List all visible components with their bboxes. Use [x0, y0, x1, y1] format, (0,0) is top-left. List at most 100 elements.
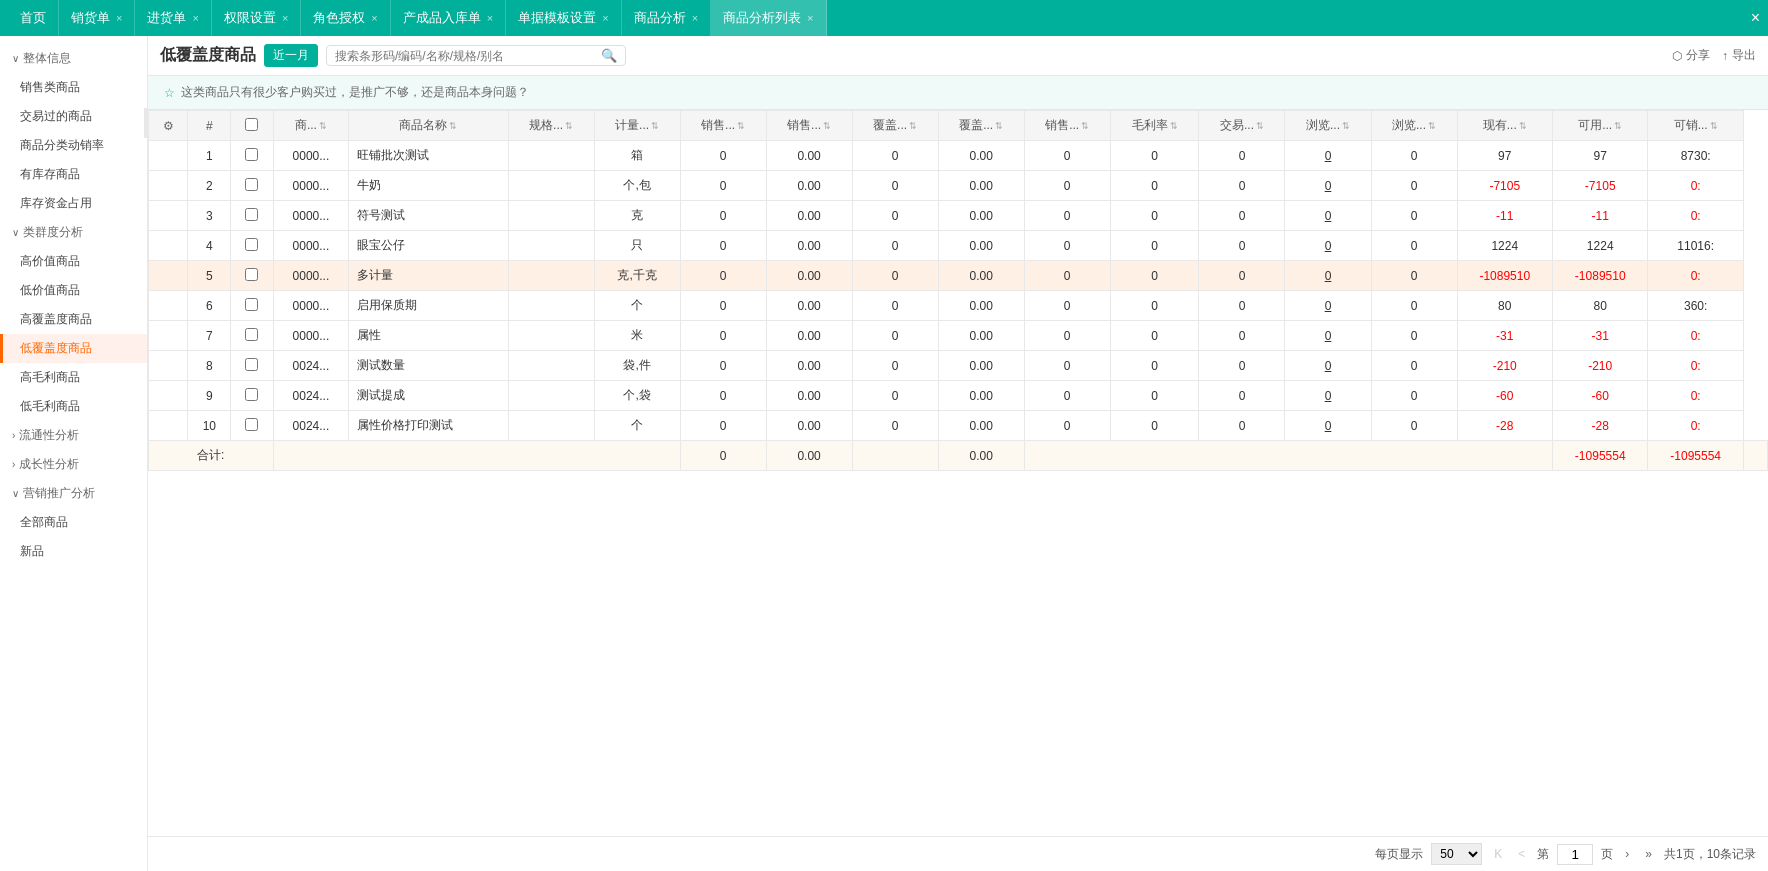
search-icon[interactable]: 🔍 — [601, 48, 617, 63]
col-gross[interactable]: 毛利率⇅ — [1110, 111, 1199, 141]
col-sales-qty[interactable]: 销售...⇅ — [680, 111, 766, 141]
row-checkbox-3[interactable] — [231, 231, 273, 261]
nav-tab-purchase[interactable]: 进货单 × — [135, 0, 211, 36]
col-sales-amt[interactable]: 销售...⇅ — [766, 111, 852, 141]
col-unit[interactable]: 计量...⇅ — [594, 111, 680, 141]
tab-close-template[interactable]: × — [602, 12, 608, 24]
col-trade[interactable]: 交易...⇅ — [1199, 111, 1285, 141]
col-browse1[interactable]: 浏览...⇅ — [1285, 111, 1371, 141]
row-code-4: 0000... — [273, 261, 349, 291]
row-browse1-0[interactable]: 0 — [1285, 141, 1371, 171]
row-browse1-5[interactable]: 0 — [1285, 291, 1371, 321]
col-code[interactable]: 商...⇅ — [273, 111, 349, 141]
col-saleable[interactable]: 可销...⇅ — [1648, 111, 1743, 141]
select-all-checkbox[interactable] — [245, 118, 258, 131]
sidebar-item-low-value[interactable]: 低价值商品 — [0, 276, 147, 305]
sidebar-item-new-goods[interactable]: 新品 — [0, 537, 147, 566]
col-browse2[interactable]: 浏览...⇅ — [1371, 111, 1457, 141]
tab-close-analysis[interactable]: × — [692, 12, 698, 24]
prev-page-button[interactable]: < — [1514, 847, 1529, 861]
export-button[interactable]: ↑ 导出 — [1722, 47, 1756, 64]
prev-first-button[interactable]: K — [1490, 847, 1506, 861]
nav-tab-analysis[interactable]: 商品分析 × — [622, 0, 711, 36]
row-browse1-8[interactable]: 0 — [1285, 381, 1371, 411]
row-browse1-1[interactable]: 0 — [1285, 171, 1371, 201]
row-browse1-4[interactable]: 0 — [1285, 261, 1371, 291]
per-page-select[interactable]: 50 20 100 — [1431, 843, 1482, 865]
next-last-button[interactable]: » — [1641, 847, 1656, 861]
row-sales-qty-7: 0 — [680, 351, 766, 381]
row-browse1-3[interactable]: 0 — [1285, 231, 1371, 261]
row-settings-9 — [149, 411, 188, 441]
sidebar-item-in-stock[interactable]: 有库存商品 — [0, 160, 147, 189]
row-checkbox-1[interactable] — [231, 171, 273, 201]
search-input[interactable] — [335, 49, 601, 63]
sidebar-item-traded-goods[interactable]: 交易过的商品 — [0, 102, 147, 131]
sidebar-item-high-value[interactable]: 高价值商品 — [0, 247, 147, 276]
tab-close-production[interactable]: × — [487, 12, 493, 24]
row-checkbox-9[interactable] — [231, 411, 273, 441]
col-current[interactable]: 现有...⇅ — [1457, 111, 1552, 141]
sidebar-group-marketing[interactable]: ∨ 营销推广分析 — [0, 479, 147, 508]
nav-tab-permission[interactable]: 权限设置 × — [212, 0, 301, 36]
nav-tab-analysis-list[interactable]: 商品分析列表 × — [711, 0, 826, 36]
sidebar-group-liquidity[interactable]: › 流通性分析 — [0, 421, 147, 450]
row-checkbox-4[interactable] — [231, 261, 273, 291]
tab-close-analysis-list[interactable]: × — [807, 12, 813, 24]
sidebar-group-overall[interactable]: ∨ 整体信息 — [0, 44, 147, 73]
nav-tab-sales[interactable]: 销货单 × — [59, 0, 135, 36]
nav-tab-role[interactable]: 角色授权 × — [301, 0, 390, 36]
sidebar-item-category-rate[interactable]: 商品分类动销率 — [0, 131, 147, 160]
col-cover1[interactable]: 覆盖...⇅ — [852, 111, 938, 141]
sort-icon-spec: ⇅ — [565, 121, 573, 131]
row-cover1-2: 0 — [852, 201, 938, 231]
share-button[interactable]: ⬡ 分享 — [1672, 47, 1710, 64]
row-browse1-6[interactable]: 0 — [1285, 321, 1371, 351]
next-page-button[interactable]: › — [1621, 847, 1633, 861]
sidebar-item-low-margin[interactable]: 低毛利商品 — [0, 392, 147, 421]
period-button[interactable]: 近一月 — [264, 44, 318, 67]
nav-tab-template[interactable]: 单据模板设置 × — [506, 0, 621, 36]
sidebar-item-capital[interactable]: 库存资金占用 — [0, 189, 147, 218]
tab-close-sales[interactable]: × — [116, 12, 122, 24]
row-checkbox-7[interactable] — [231, 351, 273, 381]
col-settings[interactable]: ⚙ — [149, 111, 188, 141]
content-area: 低覆盖度商品 近一月 🔍 ⬡ 分享 ↑ 导出 ☆ 这类商品只有很少客户购买过，是… — [148, 36, 1768, 871]
sidebar-group-cluster[interactable]: ∨ 类群度分析 — [0, 218, 147, 247]
col-spec[interactable]: 规格...⇅ — [508, 111, 594, 141]
row-checkbox-5[interactable] — [231, 291, 273, 321]
main-layout: « ∨ 整体信息 销售类商品 交易过的商品 商品分类动销率 有库存商品 库存资金… — [0, 36, 1768, 871]
sidebar-item-high-margin[interactable]: 高毛利商品 — [0, 363, 147, 392]
row-checkbox-8[interactable] — [231, 381, 273, 411]
row-cover1-9: 0 — [852, 411, 938, 441]
sidebar-item-all-goods[interactable]: 全部商品 — [0, 508, 147, 537]
sidebar-item-low-coverage[interactable]: 低覆盖度商品 — [0, 334, 147, 363]
row-browse1-7[interactable]: 0 — [1285, 351, 1371, 381]
col-avail[interactable]: 可用...⇅ — [1552, 111, 1647, 141]
col-name[interactable]: 商品名称⇅ — [349, 111, 508, 141]
page-number-input[interactable] — [1557, 844, 1593, 865]
row-checkbox-0[interactable] — [231, 141, 273, 171]
content-header: 低覆盖度商品 近一月 🔍 ⬡ 分享 ↑ 导出 — [148, 36, 1768, 76]
row-saleable-3: 11016: — [1648, 231, 1743, 261]
sidebar-item-high-coverage[interactable]: 高覆盖度商品 — [0, 305, 147, 334]
col-checkbox[interactable] — [231, 111, 273, 141]
tab-close-permission[interactable]: × — [282, 12, 288, 24]
col-sales2[interactable]: 销售...⇅ — [1024, 111, 1110, 141]
row-checkbox-2[interactable] — [231, 201, 273, 231]
nav-tab-production[interactable]: 产成品入库单 × — [391, 0, 506, 36]
tab-close-role[interactable]: × — [371, 12, 377, 24]
row-name-6: 属性 — [349, 321, 508, 351]
sidebar-item-sales-goods[interactable]: 销售类商品 — [0, 73, 147, 102]
row-browse1-9[interactable]: 0 — [1285, 411, 1371, 441]
sidebar-group-growth[interactable]: › 成长性分析 — [0, 450, 147, 479]
row-cover2-7: 0.00 — [938, 351, 1024, 381]
tab-close-purchase[interactable]: × — [192, 12, 198, 24]
row-sales2-8: 0 — [1024, 381, 1110, 411]
row-browse1-2[interactable]: 0 — [1285, 201, 1371, 231]
window-close-button[interactable]: × — [1751, 9, 1760, 27]
row-code-0: 0000... — [273, 141, 349, 171]
col-cover2[interactable]: 覆盖...⇅ — [938, 111, 1024, 141]
row-checkbox-6[interactable] — [231, 321, 273, 351]
nav-tab-home[interactable]: 首页 — [8, 0, 59, 36]
